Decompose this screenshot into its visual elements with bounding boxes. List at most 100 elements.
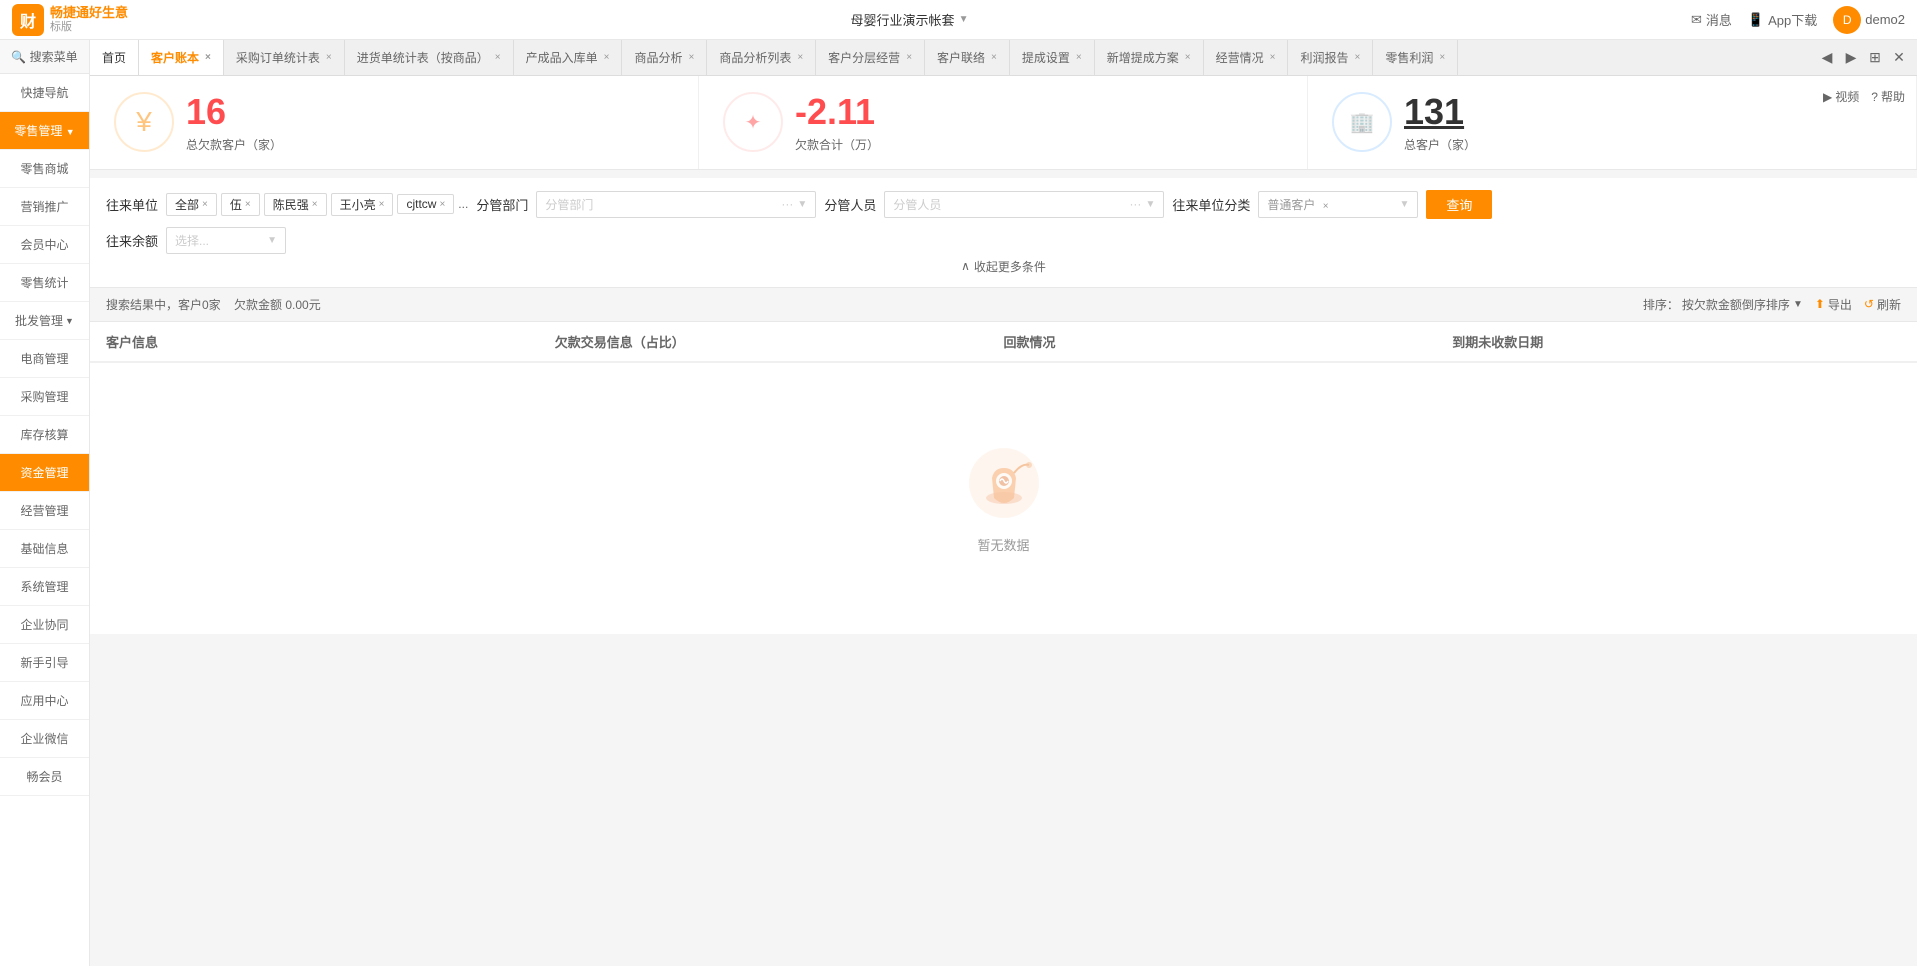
search-menu[interactable]: 🔍 搜索菜单 <box>0 40 89 74</box>
tab-close-icon[interactable]: × <box>495 52 501 63</box>
sidebar-item-operations[interactable]: 经营管理 <box>0 492 89 530</box>
sidebar-item-wholesale[interactable]: 批发管理 ▼ <box>0 302 89 340</box>
messages-button[interactable]: ✉ 消息 <box>1691 10 1732 29</box>
tab-close-icon[interactable]: × <box>797 52 803 63</box>
sidebar-item-system[interactable]: 系统管理 <box>0 568 89 606</box>
tab-close-icon[interactable]: × <box>688 52 694 63</box>
tab-prev-button[interactable]: ◀ <box>1817 48 1837 68</box>
stat-label-total: 总客户（家） <box>1404 136 1476 153</box>
tab-close-icon[interactable]: × <box>991 52 997 63</box>
logo-icon: 财 <box>12 4 44 36</box>
logo-area: 财 畅捷通好生意 标版 <box>12 4 128 36</box>
remove-tag-3-icon[interactable]: × <box>379 199 385 210</box>
tab-operations[interactable]: 经营情况 × <box>1204 40 1289 75</box>
tab-retail-profit[interactable]: 零售利润 × <box>1373 40 1458 75</box>
sidebar-item-marketing[interactable]: 营销推广 <box>0 188 89 226</box>
sidebar-item-member[interactable]: 会员中心 <box>0 226 89 264</box>
sidebar-item-retail-stats[interactable]: 零售统计 <box>0 264 89 302</box>
sidebar-item-retail[interactable]: 零售管理 ▼ <box>0 112 89 150</box>
tab-close-icon[interactable]: × <box>1354 52 1360 63</box>
export-icon: ⬆ <box>1815 297 1825 311</box>
remove-all-icon[interactable]: × <box>202 199 208 210</box>
user-profile[interactable]: D demo2 <box>1833 6 1905 34</box>
tab-close-icon[interactable]: × <box>1076 52 1082 63</box>
sidebar-quick-nav[interactable]: 快捷导航 <box>0 74 89 112</box>
refresh-button[interactable]: ↺ 刷新 <box>1864 296 1901 313</box>
filter-tag-2: 陈民强 × <box>264 193 327 216</box>
tab-close-icon[interactable]: × <box>1270 52 1276 63</box>
tab-close-all-button[interactable]: ✕ <box>1889 48 1909 68</box>
page-content: ¥ 16 总欠款客户（家） ✦ - <box>90 76 1917 966</box>
stat-value-customers: 16 <box>186 92 282 132</box>
filter-row-1: 往来单位 全部 × 伍 × 陈民强 × <box>106 190 1901 219</box>
sidebar-item-member2[interactable]: 畅会员 <box>0 758 89 796</box>
main-content: 首页 客户账本 × 采购订单统计表 × 进货单统计表（按商品） × 产成品入库单… <box>90 40 1917 966</box>
stat-card-customers: ¥ 16 总欠款客户（家） <box>90 76 699 169</box>
tab-home[interactable]: 首页 <box>90 40 139 75</box>
video-button[interactable]: ▶ 视频 <box>1823 88 1859 105</box>
tab-close-icon[interactable]: × <box>1185 52 1191 63</box>
tab-commission-settings[interactable]: 提成设置 × <box>1010 40 1095 75</box>
filter-more-tags[interactable]: ... <box>458 197 468 211</box>
tab-purchase-order-stats[interactable]: 采购订单统计表 × <box>224 40 345 75</box>
sidebar-item-guide[interactable]: 新手引导 <box>0 644 89 682</box>
dept-select[interactable]: 分管部门 ··· ▼ <box>536 191 816 218</box>
empty-text: 暂无数据 <box>977 535 1029 554</box>
col-header-duedate: 到期未收款日期 <box>1452 332 1901 351</box>
tab-bar-actions: ◀ ▶ ⊞ ✕ <box>1809 48 1917 68</box>
tab-product-inbound[interactable]: 产成品入库单 × <box>514 40 623 75</box>
help-button[interactable]: ? 帮助 <box>1871 88 1905 105</box>
sidebar-item-purchase[interactable]: 采购管理 <box>0 378 89 416</box>
data-table: 客户信息 欠款交易信息（占比） 回款情况 到期未收款日期 <box>90 322 1917 634</box>
sidebar-item-base-info[interactable]: 基础信息 <box>0 530 89 568</box>
refresh-icon: ↺ <box>1864 297 1874 311</box>
remove-tag-1-icon[interactable]: × <box>245 199 251 210</box>
sidebar-item-enterprise[interactable]: 企业协同 <box>0 606 89 644</box>
query-button[interactable]: 查询 <box>1426 190 1492 219</box>
sidebar-item-finance[interactable]: 资金管理 <box>0 454 89 492</box>
stats-row: ¥ 16 总欠款客户（家） ✦ - <box>90 76 1917 170</box>
chevron-down-icon: ▼ <box>267 235 277 246</box>
dept-filter-label: 分管部门 <box>476 195 528 214</box>
filter-collapse-button[interactable]: ∧ 收起更多条件 <box>106 258 1901 275</box>
stat-label-debt: 欠款合计（万） <box>795 136 879 153</box>
sort-select[interactable]: 排序： 按欠款金额倒序排序 ▼ <box>1643 296 1803 313</box>
col-header-customer: 客户信息 <box>106 332 555 351</box>
sidebar-item-ecommerce[interactable]: 电商管理 <box>0 340 89 378</box>
tab-customer-contact[interactable]: 客户联络 × <box>925 40 1010 75</box>
tab-close-icon[interactable]: × <box>1439 52 1445 63</box>
tab-new-commission[interactable]: 新增提成方案 × <box>1095 40 1204 75</box>
unit-filter-label: 往来单位 <box>106 195 158 214</box>
filter-tag-4: cjttcw × <box>397 194 454 214</box>
industry-selector[interactable]: 母婴行业演示帐套 ▼ <box>851 10 969 29</box>
balance-select[interactable]: 选择... ▼ <box>166 227 286 254</box>
tab-customer-tier[interactable]: 客户分层经营 × <box>816 40 925 75</box>
tab-close-icon[interactable]: × <box>326 52 332 63</box>
video-icon: ▶ <box>1823 90 1832 104</box>
person-select[interactable]: 分管人员 ··· ▼ <box>884 191 1164 218</box>
tab-product-analysis-list[interactable]: 商品分析列表 × <box>707 40 816 75</box>
sidebar-item-inventory[interactable]: 库存核算 <box>0 416 89 454</box>
tab-next-button[interactable]: ▶ <box>1841 48 1861 68</box>
result-info: 搜索结果中，客户0家 欠款金额 0.00元 <box>106 296 321 313</box>
sidebar-item-enterprise-wechat[interactable]: 企业微信 <box>0 720 89 758</box>
dept-more-icon: ··· <box>781 197 793 211</box>
tab-product-analysis[interactable]: 商品分析 × <box>622 40 707 75</box>
tag-remove-icon[interactable]: × <box>1323 201 1329 212</box>
tab-profit-report[interactable]: 利润报告 × <box>1288 40 1373 75</box>
app-download-button[interactable]: 📱 App下载 <box>1748 10 1817 29</box>
remove-tag-4-icon[interactable]: × <box>439 199 445 210</box>
tab-bar: 首页 客户账本 × 采购订单统计表 × 进货单统计表（按商品） × 产成品入库单… <box>90 40 1917 76</box>
tab-close-icon[interactable]: × <box>906 52 912 63</box>
sidebar-item-retail-mall[interactable]: 零售商城 <box>0 150 89 188</box>
tab-goods-stats[interactable]: 进货单统计表（按商品） × <box>345 40 514 75</box>
tab-customer-ledger[interactable]: 客户账本 × <box>139 40 224 75</box>
unit-category-select[interactable]: 普通客户 × ▼ <box>1258 191 1418 218</box>
sidebar-item-app-center[interactable]: 应用中心 <box>0 682 89 720</box>
remove-tag-2-icon[interactable]: × <box>312 199 318 210</box>
export-button[interactable]: ⬆ 导出 <box>1815 296 1852 313</box>
app-icon: 📱 <box>1748 12 1764 28</box>
tab-expand-button[interactable]: ⊞ <box>1865 48 1885 68</box>
tab-close-icon[interactable]: × <box>205 52 211 63</box>
tab-close-icon[interactable]: × <box>604 52 610 63</box>
